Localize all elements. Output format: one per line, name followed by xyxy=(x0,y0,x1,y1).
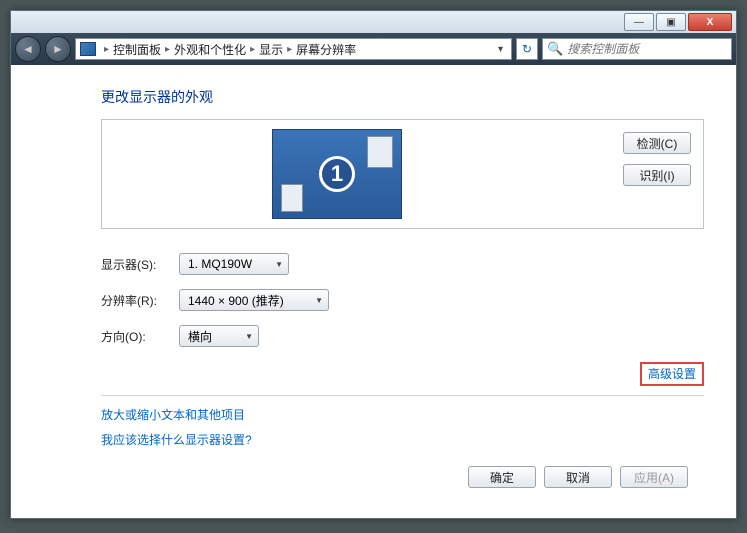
chevron-right-icon: ▸ xyxy=(104,44,109,55)
search-icon: 🔍 xyxy=(547,41,563,57)
chevron-right-icon: ▸ xyxy=(165,44,170,55)
preview-window-icon xyxy=(281,184,303,212)
detect-button[interactable]: 检测(C) xyxy=(623,132,691,154)
display-value: 1. MQ190W xyxy=(188,257,252,271)
titlebar: — ▣ X xyxy=(11,11,736,33)
search-box[interactable]: 🔍 xyxy=(542,38,732,60)
resolution-value: 1440 × 900 (推荐) xyxy=(188,292,284,309)
orientation-dropdown[interactable]: 横向 xyxy=(179,325,259,347)
resolution-dropdown[interactable]: 1440 × 900 (推荐) xyxy=(179,289,329,311)
breadcrumb-root[interactable]: 控制面板 xyxy=(113,41,161,58)
monitor-number: 1 xyxy=(319,156,355,192)
orientation-label: 方向(O): xyxy=(101,328,179,345)
orientation-row: 方向(O): 横向 xyxy=(101,325,704,347)
chevron-right-icon: ▸ xyxy=(287,44,292,55)
forward-button[interactable]: ► xyxy=(45,36,71,62)
footer-buttons: 确定 取消 应用(A) xyxy=(101,456,704,502)
breadcrumb-l1[interactable]: 外观和个性化 xyxy=(174,41,246,58)
breadcrumb-l2[interactable]: 显示 xyxy=(259,41,283,58)
advanced-settings-link[interactable]: 高级设置 xyxy=(640,362,704,386)
page-title: 更改显示器的外观 xyxy=(101,87,704,107)
display-row: 显示器(S): 1. MQ190W xyxy=(101,253,704,275)
control-panel-icon xyxy=(80,42,96,56)
maximize-button[interactable]: ▣ xyxy=(656,13,686,31)
orientation-value: 横向 xyxy=(188,328,212,345)
advanced-settings-container: 高级设置 xyxy=(101,365,704,383)
breadcrumb-l3[interactable]: 屏幕分辨率 xyxy=(296,41,356,58)
resolution-row: 分辨率(R): 1440 × 900 (推荐) xyxy=(101,289,704,311)
breadcrumb[interactable]: ▸ 控制面板 ▸ 外观和个性化 ▸ 显示 ▸ 屏幕分辨率 ▾ xyxy=(75,38,512,60)
identify-button[interactable]: 识别(I) xyxy=(623,164,691,186)
monitor-preview[interactable]: 1 xyxy=(272,129,402,219)
content-area: 更改显示器的外观 1 检测(C) 识别(I) 显示器(S): 1. MQ190W… xyxy=(11,65,736,518)
close-button[interactable]: X xyxy=(688,13,732,31)
navbar: ◄ ► ▸ 控制面板 ▸ 外观和个性化 ▸ 显示 ▸ 屏幕分辨率 ▾ ↻ 🔍 xyxy=(11,33,736,65)
monitor-panel: 1 检测(C) 识别(I) xyxy=(101,119,704,229)
text-size-link[interactable]: 放大或缩小文本和其他项目 xyxy=(101,406,704,423)
display-label: 显示器(S): xyxy=(101,256,179,273)
apply-button[interactable]: 应用(A) xyxy=(620,466,688,488)
breadcrumb-dropdown-icon[interactable]: ▾ xyxy=(494,44,507,55)
refresh-button[interactable]: ↻ xyxy=(516,38,538,60)
window: — ▣ X ◄ ► ▸ 控制面板 ▸ 外观和个性化 ▸ 显示 ▸ 屏幕分辨率 ▾… xyxy=(10,10,737,519)
ok-button[interactable]: 确定 xyxy=(468,466,536,488)
separator xyxy=(101,395,704,396)
which-settings-link[interactable]: 我应该选择什么显示器设置? xyxy=(101,431,704,448)
search-input[interactable] xyxy=(567,42,727,56)
preview-window-icon xyxy=(367,136,393,168)
minimize-button[interactable]: — xyxy=(624,13,654,31)
resolution-label: 分辨率(R): xyxy=(101,292,179,309)
display-dropdown[interactable]: 1. MQ190W xyxy=(179,253,289,275)
back-button[interactable]: ◄ xyxy=(15,36,41,62)
chevron-right-icon: ▸ xyxy=(250,44,255,55)
help-links: 放大或缩小文本和其他项目 我应该选择什么显示器设置? xyxy=(101,406,704,448)
cancel-button[interactable]: 取消 xyxy=(544,466,612,488)
